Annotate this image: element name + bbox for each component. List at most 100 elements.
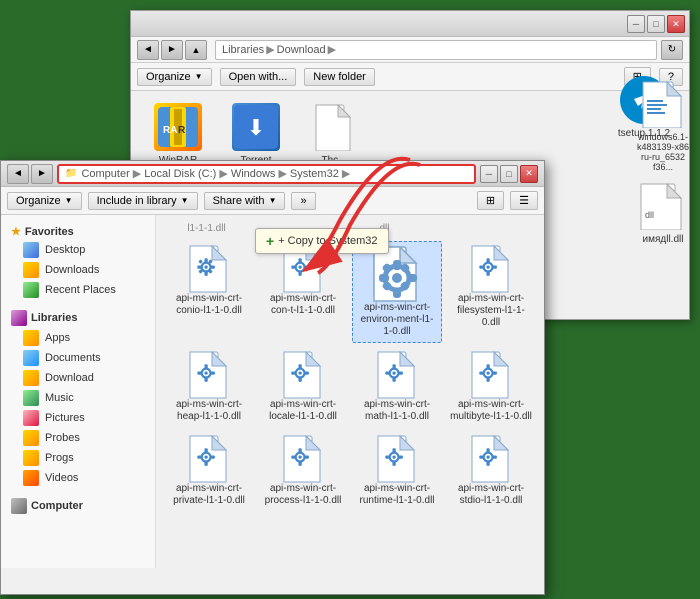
list-item[interactable]: Thc... [299,103,369,166]
back-refresh[interactable]: ↻ [661,40,683,60]
windows-file-label: windows6.1-k483139-x86 ru-ru_6532 f36... [633,132,693,172]
copy-tooltip-text: + Copy to System32 [278,235,377,247]
plus-icon: + [266,233,274,249]
back-win-controls: ─ □ ✕ [627,15,685,33]
files-grid: api-ms-win-crt-conio-l1-1-0.dll [160,237,540,515]
file-item-runtime[interactable]: api-ms-win-crt-runtime-l1-1-0.dll [352,431,442,511]
probes-icon [23,430,39,446]
list-item[interactable]: dll имядll.dll [628,182,698,245]
back-close-btn[interactable]: ✕ [667,15,685,33]
front-view-toggle[interactable]: ⊞ [477,191,504,210]
file-label-filesystem: api-ms-win-crt-filesystem-l1-1-0.dll [450,293,532,329]
sidebar-item-videos[interactable]: Videos [5,468,151,488]
back-organize-btn[interactable]: Organize ▼ [137,68,212,86]
back-nav-back[interactable]: ◄ [137,40,159,60]
windows-file-icon [639,80,687,128]
back-newfolder-btn[interactable]: New folder [304,68,375,86]
file-label-process: api-ms-win-crt-process-l1-1-0.dll [262,483,344,507]
sidebar-libraries-header: Libraries [5,308,151,328]
file-item-conio[interactable]: api-ms-win-crt-conio-l1-1-0.dll [164,241,254,343]
file-label-locale: api-ms-win-crt-locale-l1-1-0.dll [262,399,344,423]
front-minimize-btn[interactable]: ─ [480,165,498,183]
sidebar-libraries-section: Libraries Apps Documents Download Music [5,308,151,488]
file-item-process[interactable]: api-ms-win-crt-process-l1-1-0.dll [258,431,348,511]
file-item-environ[interactable]: api-ms-win-crt-environ-ment-l1-1-0.dll [352,241,442,343]
dll-ru-label: имядll.dll [643,234,684,245]
file-label-heap: api-ms-win-crt-heap-l1-1-0.dll [168,399,250,423]
back-minimize-btn[interactable]: ─ [627,15,645,33]
file-icon-3 [310,103,358,151]
libraries-icon [11,310,27,326]
back-nav-up[interactable]: ▲ [185,40,207,60]
front-details-btn[interactable]: ☰ [510,191,538,210]
svg-text:dll: dll [645,210,654,220]
downloads-icon [23,262,39,278]
sidebar-item-downloads-fav[interactable]: Downloads [5,260,151,280]
file-item-heap[interactable]: api-ms-win-crt-heap-l1-1-0.dll [164,347,254,427]
front-nav-btns: ◄ ► [7,164,53,184]
desktop-icon [23,242,39,258]
file-label-runtime: api-ms-win-crt-runtime-l1-1-0.dll [356,483,438,507]
front-toolbar: Organize ▼ Include in library ▼ Share wi… [1,187,544,215]
front-main-area: ★ Favorites Desktop Downloads Recent Pla… [1,215,544,568]
back-address-bar[interactable]: ◄ ► ▲ Libraries ▶ Download ▶ ↻ [131,37,689,63]
list-item[interactable]: windows6.1-k483139-x86 ru-ru_6532 f36... [628,80,698,172]
front-file-list[interactable]: l1-1-1.dll dll [156,215,544,568]
documents-icon [23,350,39,366]
front-win-controls: ─ □ ✕ [480,165,538,183]
back-maximize-btn[interactable]: □ [647,15,665,33]
back-nav-forward[interactable]: ► [161,40,183,60]
front-organize-btn[interactable]: Organize ▼ [7,192,82,210]
sidebar-item-documents[interactable]: Documents [5,348,151,368]
dll-ru-icon: dll [639,182,687,230]
front-share-btn[interactable]: Share with ▼ [204,192,286,210]
list-item[interactable]: ⬇ Torrent [221,103,291,166]
download-icon [23,370,39,386]
file-item-filesystem[interactable]: api-ms-win-crt-filesystem-l1-1-0.dll [446,241,536,343]
file-item-con-t[interactable]: api-ms-win-crt-con-t-l1-1-0.dll [258,241,348,343]
recent-icon [23,282,39,298]
pictures-icon [23,410,39,426]
front-include-btn[interactable]: Include in library ▼ [88,192,198,210]
sidebar-item-recent[interactable]: Recent Places [5,280,151,300]
file-label-conio: api-ms-win-crt-conio-l1-1-0.dll [168,293,250,317]
sidebar-item-desktop[interactable]: Desktop [5,240,151,260]
front-address-bar[interactable]: 📁 Computer ▶ Local Disk (C:) ▶ Windows ▶… [57,164,476,184]
back-right-extras: windows6.1-k483139-x86 ru-ru_6532 f36...… [628,80,698,245]
front-more-btn[interactable]: » [291,192,315,210]
svg-text:RA: RA [163,125,177,136]
music-icon [23,390,39,406]
back-titlebar: ─ □ ✕ [131,11,689,37]
sidebar-item-apps[interactable]: Apps [5,328,151,348]
front-maximize-btn[interactable]: □ [500,165,518,183]
addr-crumb-1: Libraries [222,44,264,56]
file-label-cont: api-ms-win-crt-con-t-l1-1-0.dll [262,293,344,317]
progs-icon [23,450,39,466]
sidebar-item-download[interactable]: Download [5,368,151,388]
front-titlebar: ◄ ► 📁 Computer ▶ Local Disk (C:) ▶ Windo… [1,161,544,187]
folder-icon: 📁 [65,168,77,179]
file-item-math[interactable]: api-ms-win-crt-math-l1-1-0.dll [352,347,442,427]
computer-icon [11,498,27,514]
sidebar-favorites-header: ★ Favorites [5,223,151,240]
file-label-environ: api-ms-win-crt-environ-ment-l1-1-0.dll [357,302,437,338]
addr-crumb-2: Download [277,44,326,56]
sidebar-item-probes[interactable]: Probes [5,428,151,448]
sidebar-computer-section: Computer [5,496,151,516]
sidebar-item-progs[interactable]: Progs [5,448,151,468]
front-back-btn[interactable]: ◄ [7,164,29,184]
file-item-multibyte[interactable]: api-ms-win-crt-multibyte-l1-1-0.dll [446,347,536,427]
front-forward-btn[interactable]: ► [31,164,53,184]
front-close-btn[interactable]: ✕ [520,165,538,183]
copy-to-system32-tooltip[interactable]: + + Copy to System32 [255,228,389,254]
file-label-math: api-ms-win-crt-math-l1-1-0.dll [356,399,438,423]
back-openwith-btn[interactable]: Open with... [220,68,297,86]
file-item-private[interactable]: api-ms-win-crt-private-l1-1-0.dll [164,431,254,511]
sidebar-item-music[interactable]: Music [5,388,151,408]
back-address-path[interactable]: Libraries ▶ Download ▶ [215,40,657,60]
file-item-stdio[interactable]: api-ms-win-crt-stdio-l1-1-0.dll [446,431,536,511]
sidebar-item-pictures[interactable]: Pictures [5,408,151,428]
winrar-icon: RA R [154,103,202,151]
file-item-locale[interactable]: api-ms-win-crt-locale-l1-1-0.dll [258,347,348,427]
list-item[interactable]: RA R WinRAR [143,103,213,166]
